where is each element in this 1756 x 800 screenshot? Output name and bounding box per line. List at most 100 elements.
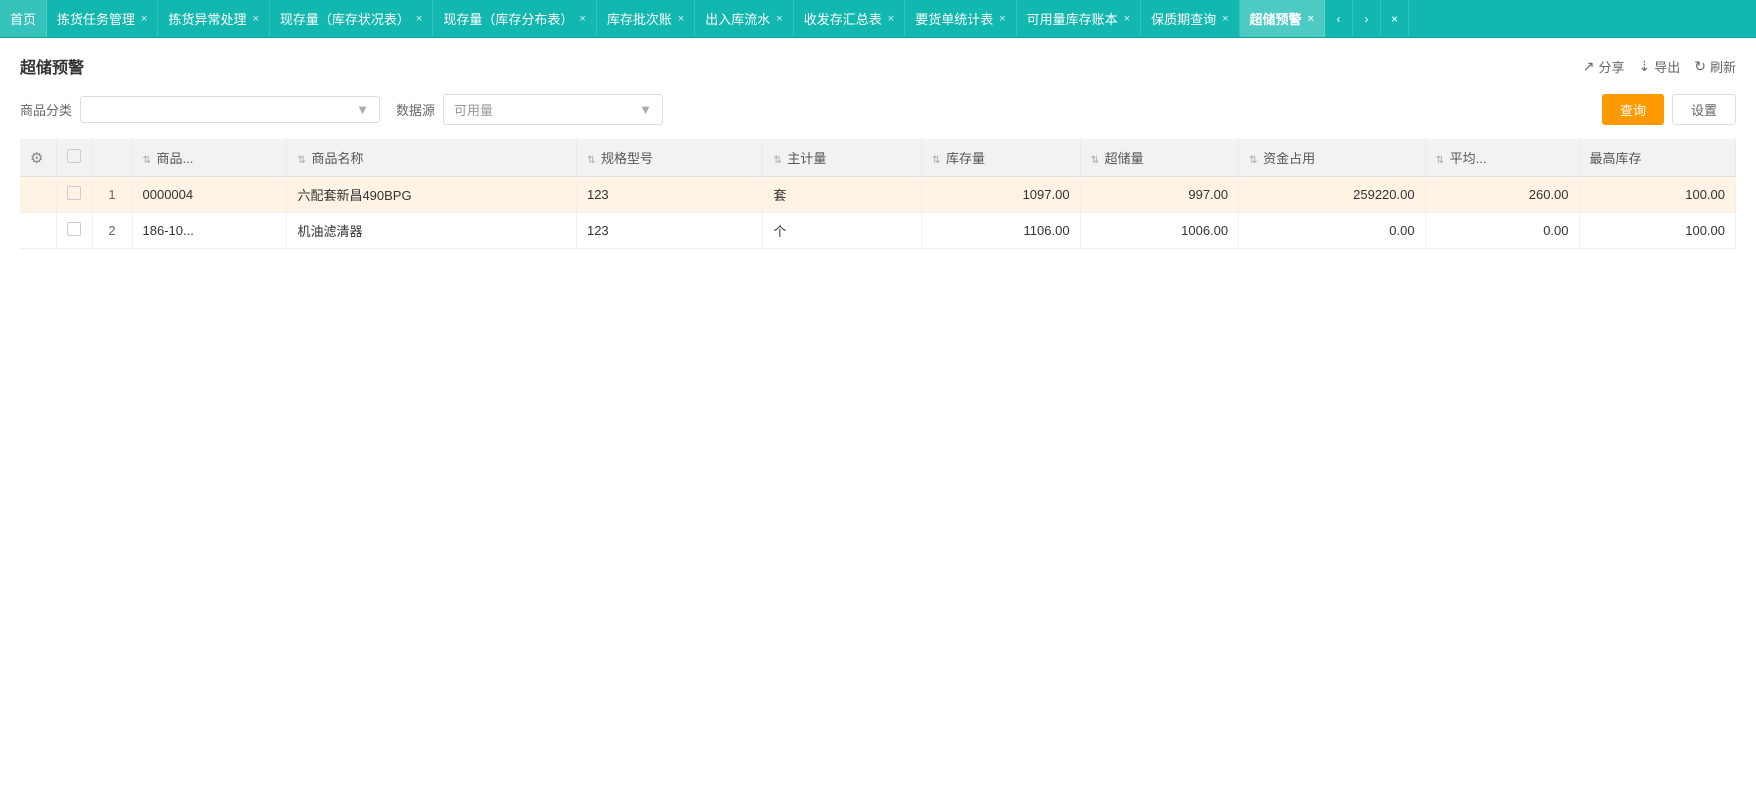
nav-inout-flow[interactable]: 出入库流水 ×	[695, 0, 793, 37]
close-icon[interactable]: ×	[888, 13, 894, 25]
nav-batch[interactable]: 库存批次账 ×	[597, 0, 695, 37]
close-icon[interactable]: ×	[141, 13, 147, 25]
row-index: 2	[92, 213, 132, 249]
row-index: 1	[92, 177, 132, 213]
nav-arrow-more[interactable]: ×	[1381, 0, 1409, 37]
sort-icon: ⇅	[1249, 155, 1257, 166]
nav-arrow-left[interactable]: ‹	[1325, 0, 1353, 37]
row-stock: 1097.00	[921, 177, 1080, 213]
filter-actions: 查询 设置	[1602, 94, 1736, 125]
filter-row: 商品分类 ▼ 数据源 可用量 ▼ 查询 设置	[20, 94, 1736, 125]
sort-icon: ⇅	[932, 155, 940, 166]
refresh-button[interactable]: ↻ 刷新	[1694, 57, 1736, 76]
close-icon[interactable]: ×	[579, 13, 585, 25]
th-overstock[interactable]: ⇅ 超储量	[1080, 139, 1239, 177]
refresh-icon: ↻	[1694, 58, 1706, 75]
chevron-down-icon: ▼	[639, 102, 652, 117]
page-title: 超储预警	[20, 54, 84, 78]
category-filter-group: 商品分类 ▼	[20, 96, 380, 123]
close-icon[interactable]: ×	[416, 13, 422, 25]
row-stock: 1106.00	[921, 213, 1080, 249]
sort-icon: ⇅	[773, 155, 781, 166]
export-icon: ⇣	[1639, 58, 1651, 75]
th-spec[interactable]: ⇅ 规格型号	[576, 139, 762, 177]
row-gear	[20, 213, 56, 249]
header-actions: ↗ 分享 ⇣ 导出 ↻ 刷新	[1583, 57, 1736, 76]
nav-arrow-right[interactable]: ›	[1353, 0, 1381, 37]
nav-collect-summary[interactable]: 收发存汇总表 ×	[794, 0, 905, 37]
nav-exception[interactable]: 拣货异常处理 ×	[158, 0, 269, 37]
close-icon[interactable]: ×	[999, 13, 1005, 25]
row-unit: 套	[763, 177, 922, 213]
datasource-select[interactable]: 可用量 ▼	[443, 94, 663, 125]
row-checkbox[interactable]	[67, 222, 81, 236]
nav-bar: 首页 拣货任务管理 × 拣货异常处理 × 现存量（库存状况表） × 现存量（库存…	[0, 0, 1756, 38]
row-checkbox-cell	[56, 177, 92, 213]
nav-home[interactable]: 首页	[0, 0, 47, 37]
row-capital: 259220.00	[1239, 177, 1425, 213]
nav-available-stock[interactable]: 可用量库存账本 ×	[1017, 0, 1141, 37]
sort-icon: ⇅	[297, 155, 305, 166]
row-product-name: 机油滤清器	[287, 213, 577, 249]
data-table: ⚙ ⇅ 商品... ⇅ 商品名称 ⇅ 规格型号	[20, 139, 1736, 249]
th-gear[interactable]: ⚙	[20, 139, 56, 177]
row-spec: 123	[576, 177, 762, 213]
category-select[interactable]: ▼	[80, 96, 380, 123]
th-product-code[interactable]: ⇅ 商品...	[132, 139, 287, 177]
page-content: 超储预警 ↗ 分享 ⇣ 导出 ↻ 刷新 商品分类 ▼ 数据源	[0, 38, 1756, 800]
th-index	[92, 139, 132, 177]
row-capital: 0.00	[1239, 213, 1425, 249]
page-header: 超储预警 ↗ 分享 ⇣ 导出 ↻ 刷新	[20, 54, 1736, 78]
th-unit[interactable]: ⇅ 主计量	[763, 139, 922, 177]
row-gear	[20, 177, 56, 213]
row-avg: 260.00	[1425, 177, 1579, 213]
row-product-code: 186-10...	[132, 213, 287, 249]
table-row: 2 186-10... 机油滤清器 123 个 1106.00 1006.00 …	[20, 213, 1736, 249]
nav-inventory-status[interactable]: 现存量（库存状况表） ×	[270, 0, 433, 37]
nav-order-stats[interactable]: 要货单统计表 ×	[905, 0, 1016, 37]
sort-icon: ⇅	[143, 155, 151, 166]
sort-icon: ⇅	[1091, 155, 1099, 166]
th-capital[interactable]: ⇅ 资金占用	[1239, 139, 1425, 177]
table-row: 1 0000004 六配套新昌490BPG 123 套 1097.00 997.…	[20, 177, 1736, 213]
th-max-stock: 最高库存	[1579, 139, 1735, 177]
datasource-label: 数据源	[396, 100, 435, 119]
close-icon[interactable]: ×	[1222, 13, 1228, 25]
row-spec: 123	[576, 213, 762, 249]
row-product-name: 六配套新昌490BPG	[287, 177, 577, 213]
chevron-down-icon: ▼	[356, 102, 369, 117]
row-checkbox[interactable]	[67, 186, 81, 200]
nav-inventory-dist[interactable]: 现存量（库存分布表） ×	[433, 0, 596, 37]
sort-icon: ⇅	[587, 155, 595, 166]
th-stock[interactable]: ⇅ 库存量	[921, 139, 1080, 177]
row-overstock: 997.00	[1080, 177, 1239, 213]
close-icon[interactable]: ×	[678, 13, 684, 25]
row-max-stock: 100.00	[1579, 213, 1735, 249]
gear-icon[interactable]: ⚙	[30, 150, 43, 167]
query-button[interactable]: 查询	[1602, 94, 1664, 125]
datasource-value: 可用量	[454, 100, 493, 119]
row-overstock: 1006.00	[1080, 213, 1239, 249]
th-avg[interactable]: ⇅ 平均...	[1425, 139, 1579, 177]
share-icon: ↗	[1583, 58, 1595, 75]
export-button[interactable]: ⇣ 导出	[1639, 57, 1681, 76]
row-product-code: 0000004	[132, 177, 287, 213]
row-unit: 个	[763, 213, 922, 249]
row-max-stock: 100.00	[1579, 177, 1735, 213]
category-label: 商品分类	[20, 100, 72, 119]
nav-shelf-life[interactable]: 保质期查询 ×	[1141, 0, 1239, 37]
select-all-checkbox[interactable]	[67, 149, 81, 163]
table-header-row: ⚙ ⇅ 商品... ⇅ 商品名称 ⇅ 规格型号	[20, 139, 1736, 177]
close-icon[interactable]: ×	[1308, 13, 1314, 25]
datasource-filter-group: 数据源 可用量 ▼	[396, 94, 663, 125]
th-check	[56, 139, 92, 177]
nav-task-mgmt[interactable]: 拣货任务管理 ×	[47, 0, 158, 37]
close-icon[interactable]: ×	[252, 13, 258, 25]
share-button[interactable]: ↗ 分享	[1583, 57, 1625, 76]
settings-button[interactable]: 设置	[1672, 94, 1736, 125]
close-icon[interactable]: ×	[1124, 13, 1130, 25]
nav-overstock[interactable]: 超储预警 ×	[1240, 0, 1325, 37]
th-product-name[interactable]: ⇅ 商品名称	[287, 139, 577, 177]
close-icon[interactable]: ×	[776, 13, 782, 25]
row-checkbox-cell	[56, 213, 92, 249]
